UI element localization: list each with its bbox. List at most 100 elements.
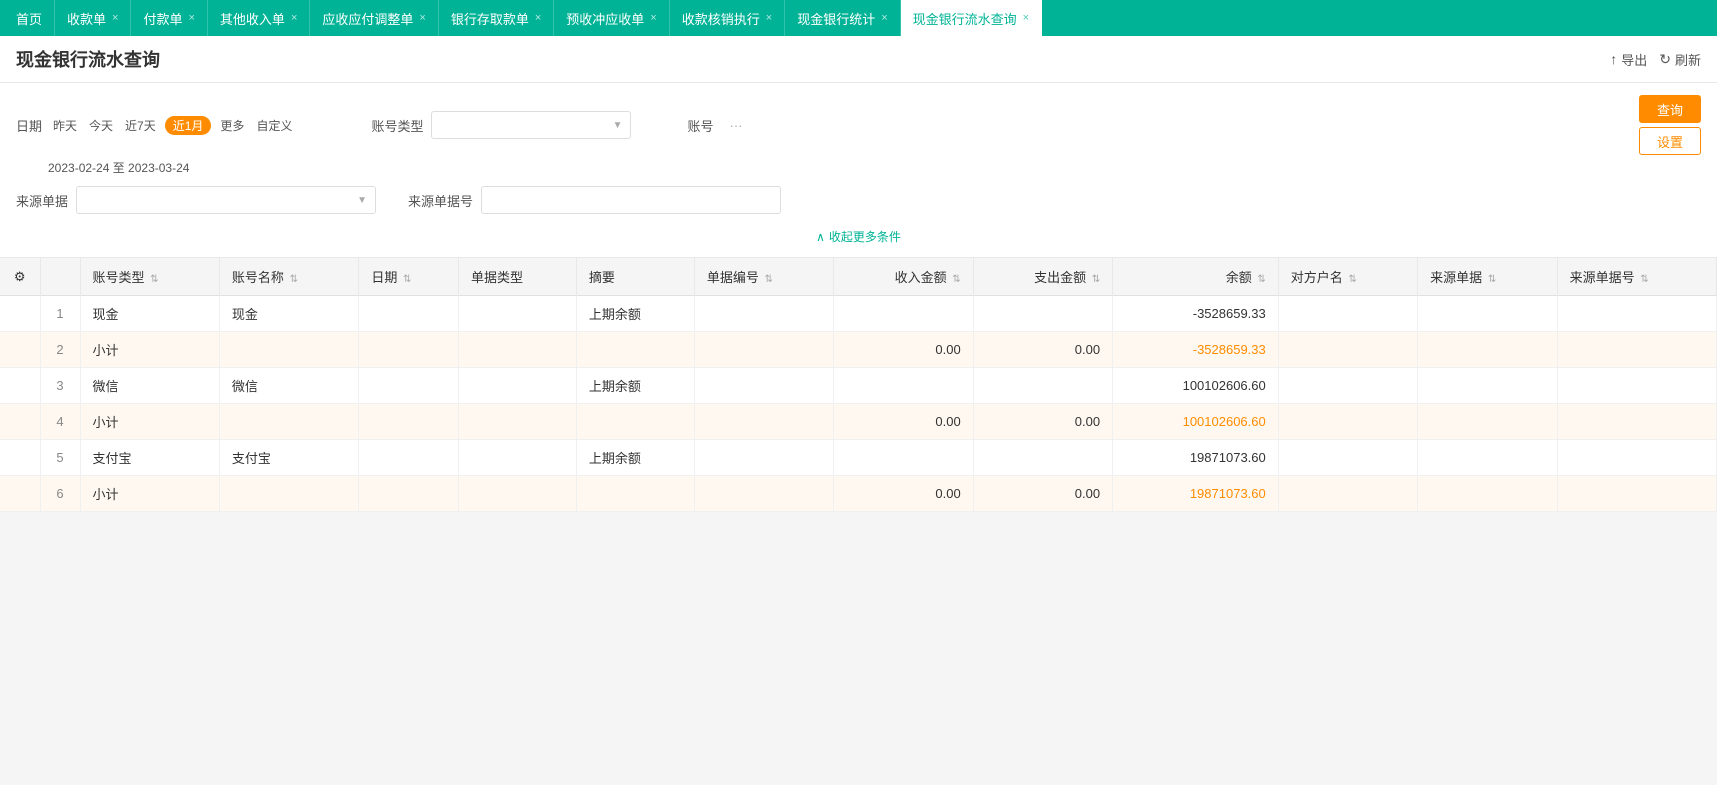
date-shortcuts: 昨天 今天 近7天 近1月 更多 自定义 — [50, 116, 295, 135]
shortcut-1month[interactable]: 近1月 — [165, 116, 212, 135]
td-row-num: 5 — [40, 440, 80, 476]
chevron-down-icon-2: ▼ — [357, 195, 367, 206]
nav-tab-cash-bank-stat[interactable]: 现金银行统计 × — [785, 0, 900, 36]
td-source-doc-num — [1557, 368, 1716, 404]
td-source-doc — [1418, 440, 1557, 476]
sort-icon: ⇅ — [1257, 274, 1265, 285]
th-source-doc[interactable]: 来源单据 ⇅ — [1418, 258, 1557, 296]
td-income: 0.00 — [834, 332, 973, 368]
chevron-up-icon: ∧ — [816, 230, 825, 244]
shortcut-today[interactable]: 今天 — [86, 116, 116, 135]
nav-tab-payment[interactable]: 付款单 × — [131, 0, 207, 36]
shortcut-more[interactable]: 更多 — [217, 116, 247, 135]
source-doc-num-input[interactable] — [481, 186, 781, 214]
td-income — [834, 296, 973, 332]
th-summary: 摘要 — [576, 258, 694, 296]
nav-tab-receipt-verify[interactable]: 收款核销执行 × — [670, 0, 785, 36]
close-icon[interactable]: × — [291, 12, 297, 24]
nav-tab-cash-bank-flow[interactable]: 现金银行流水查询 × — [901, 0, 1042, 36]
chevron-down-icon: ▼ — [613, 120, 623, 131]
sort-icon: ⇅ — [764, 274, 772, 285]
th-doc-num[interactable]: 单据编号 ⇅ — [694, 258, 833, 296]
td-counterparty — [1278, 404, 1417, 440]
th-account-name[interactable]: 账号名称 ⇅ — [219, 258, 358, 296]
date-label: 日期 — [16, 116, 42, 135]
td-balance: -3528659.33 — [1113, 332, 1279, 368]
td-counterparty — [1278, 476, 1417, 512]
td-source-doc — [1418, 296, 1557, 332]
query-button[interactable]: 查询 — [1639, 95, 1701, 123]
source-doc-label: 来源单据 — [16, 191, 68, 210]
settings-icon: ⚙ — [14, 269, 26, 284]
close-icon[interactable]: × — [535, 12, 541, 24]
td-account-name: 现金 — [219, 296, 358, 332]
td-summary — [576, 476, 694, 512]
td-balance: 19871073.60 — [1113, 440, 1279, 476]
close-icon[interactable]: × — [419, 12, 425, 24]
shortcut-custom[interactable]: 自定义 — [253, 116, 295, 135]
table-row[interactable]: 2 小计 0.00 0.00 -3528659.33 — [0, 332, 1717, 368]
td-account-name: 微信 — [219, 368, 358, 404]
close-icon[interactable]: × — [1023, 12, 1029, 24]
page-header: 现金银行流水查询 ↑ 导出 ↻ 刷新 — [0, 36, 1717, 83]
nav-tab-ar-ap-adjust[interactable]: 应收应付调整单 × — [310, 0, 438, 36]
td-income: 0.00 — [834, 404, 973, 440]
td-doc-num — [694, 404, 833, 440]
td-account-type: 小计 — [80, 404, 219, 440]
nav-tab-home[interactable]: 首页 — [4, 0, 55, 36]
nav-tab-other-income[interactable]: 其他收入单 × — [208, 0, 310, 36]
close-icon[interactable]: × — [188, 12, 194, 24]
table-row[interactable]: 6 小计 0.00 0.00 19871073.60 — [0, 476, 1717, 512]
th-counterparty[interactable]: 对方户名 ⇅ — [1278, 258, 1417, 296]
th-date[interactable]: 日期 ⇅ — [359, 258, 459, 296]
export-button[interactable]: ↑ 导出 — [1610, 50, 1647, 69]
td-row-num: 1 — [40, 296, 80, 332]
table-row[interactable]: 5 支付宝 支付宝 上期余额 19871073.60 — [0, 440, 1717, 476]
td-balance: -3528659.33 — [1113, 296, 1279, 332]
td-expense — [973, 296, 1112, 332]
sort-icon: ⇅ — [1488, 274, 1496, 285]
td-expense: 0.00 — [973, 332, 1112, 368]
source-doc-select[interactable]: ▼ — [76, 186, 376, 214]
settings-button[interactable]: 设置 — [1639, 127, 1701, 155]
td-balance: 100102606.60 — [1113, 368, 1279, 404]
th-settings[interactable]: ⚙ — [0, 258, 40, 296]
td-counterparty — [1278, 368, 1417, 404]
td-date — [359, 440, 459, 476]
td-account-name — [219, 332, 358, 368]
close-icon[interactable]: × — [112, 12, 118, 24]
td-account-type: 支付宝 — [80, 440, 219, 476]
sort-icon: ⇅ — [1640, 274, 1648, 285]
td-income — [834, 368, 973, 404]
th-account-type[interactable]: 账号类型 ⇅ — [80, 258, 219, 296]
filter-row-2: 来源单据 ▼ 来源单据号 — [16, 186, 1701, 214]
th-income[interactable]: 收入金额 ⇅ — [834, 258, 973, 296]
td-doc-num — [694, 368, 833, 404]
close-icon[interactable]: × — [881, 12, 887, 24]
th-balance[interactable]: 余额 ⇅ — [1113, 258, 1279, 296]
nav-tab-bank-deposit[interactable]: 银行存取款单 × — [439, 0, 554, 36]
nav-tab-receipt[interactable]: 收款单 × — [55, 0, 131, 36]
td-date — [359, 296, 459, 332]
th-source-doc-num[interactable]: 来源单据号 ⇅ — [1557, 258, 1716, 296]
shortcut-7days[interactable]: 近7天 — [122, 116, 159, 135]
refresh-button[interactable]: ↻ 刷新 — [1659, 50, 1701, 69]
td-doc-type — [458, 440, 576, 476]
nav-tab-prepay-offset[interactable]: 预收冲应收单 × — [554, 0, 669, 36]
th-expense[interactable]: 支出金额 ⇅ — [973, 258, 1112, 296]
close-icon[interactable]: × — [766, 12, 772, 24]
td-row-num: 3 — [40, 368, 80, 404]
account-type-select[interactable]: ▼ — [431, 111, 631, 139]
export-icon: ↑ — [1610, 51, 1617, 67]
table-body: 1 现金 现金 上期余额 -3528659.33 2 小计 0.00 0.00 … — [0, 296, 1717, 512]
table-row[interactable]: 4 小计 0.00 0.00 100102606.60 — [0, 404, 1717, 440]
table-header-row: ⚙ 账号类型 ⇅ 账号名称 ⇅ 日期 ⇅ 单据类型 — [0, 258, 1717, 296]
td-account-type: 小计 — [80, 476, 219, 512]
filter-row-1: 日期 昨天 今天 近7天 近1月 更多 自定义 账号类型 ▼ 账号 ··· — [16, 95, 1701, 155]
account-dots[interactable]: ··· — [729, 118, 742, 133]
shortcut-yesterday[interactable]: 昨天 — [50, 116, 80, 135]
table-row[interactable]: 3 微信 微信 上期余额 100102606.60 — [0, 368, 1717, 404]
close-icon[interactable]: × — [650, 12, 656, 24]
collapse-bar[interactable]: ∧ 收起更多条件 — [16, 224, 1701, 249]
table-row[interactable]: 1 现金 现金 上期余额 -3528659.33 — [0, 296, 1717, 332]
